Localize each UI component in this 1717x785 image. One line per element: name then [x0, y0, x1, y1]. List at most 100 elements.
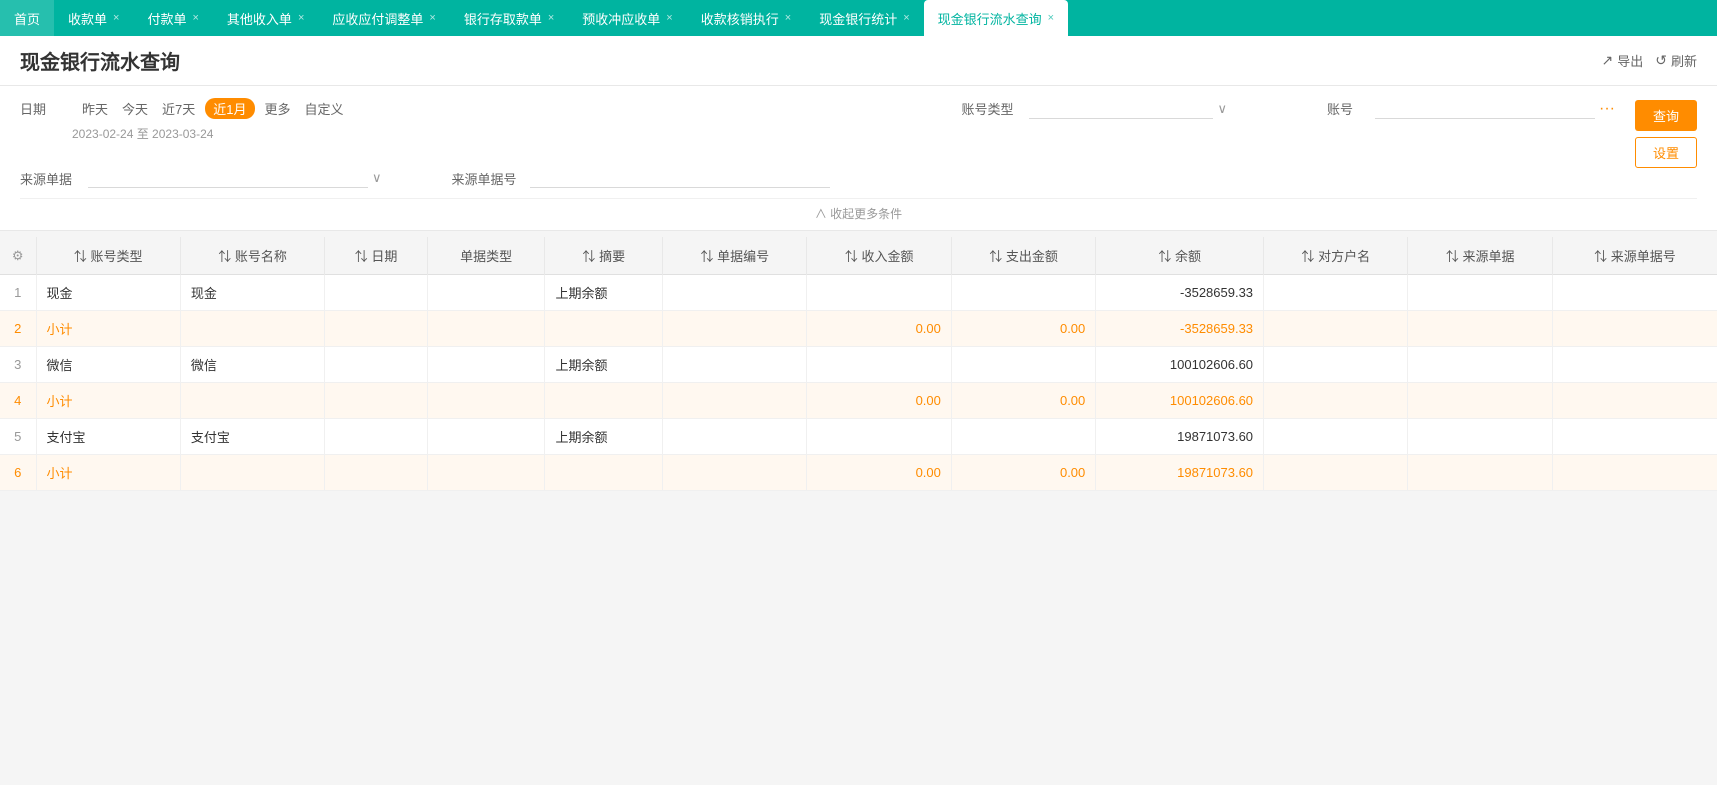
source-doc-num-label: 来源单据号 — [452, 169, 522, 188]
cell-source-doc — [1408, 347, 1552, 383]
nav-cash-stats[interactable]: 现金银行统计 × — [805, 0, 923, 36]
nav-home[interactable]: 首页 — [0, 0, 54, 36]
cell-income: 0.00 — [807, 311, 951, 347]
date-shortcuts: 昨天 今天 近7天 近1月 更多 自定义 — [78, 98, 348, 119]
close-icon[interactable]: × — [429, 12, 435, 24]
cell-account-type: 小计 — [36, 383, 180, 419]
cell-summary — [545, 383, 663, 419]
cell-source-doc — [1408, 311, 1552, 347]
custom-btn[interactable]: 自定义 — [301, 98, 348, 119]
cell-date — [325, 419, 428, 455]
table-row: 6小计0.000.0019871073.60 — [0, 455, 1717, 491]
cell-source-doc-no — [1552, 275, 1717, 311]
cell-expense: 0.00 — [951, 383, 1095, 419]
cell-summary: 上期余额 — [545, 419, 663, 455]
cell-source-doc-no — [1552, 311, 1717, 347]
nav-advance[interactable]: 预收冲应收单 × — [568, 0, 686, 36]
col-date: ⇅ 日期 — [325, 237, 428, 275]
header-actions: ↗ 导出 ↺ 刷新 — [1602, 51, 1698, 70]
chevron-up-icon: ∧ — [815, 207, 827, 221]
source-doc-input[interactable] — [88, 168, 368, 188]
nav-bank-deposit[interactable]: 银行存取款单 × — [450, 0, 568, 36]
page-header: 现金银行流水查询 ↗ 导出 ↺ 刷新 — [0, 36, 1717, 86]
close-icon[interactable]: × — [1048, 12, 1054, 24]
account-type-arrow[interactable]: ∨ — [1217, 101, 1227, 117]
nav-adjustment[interactable]: 应收应付调整单 × — [318, 0, 449, 36]
close-icon[interactable]: × — [113, 12, 119, 24]
cell-balance: 100102606.60 — [1096, 347, 1264, 383]
cell-doc-type — [427, 455, 545, 491]
close-icon[interactable]: × — [548, 12, 554, 24]
query-button[interactable]: 查询 — [1635, 100, 1697, 131]
more-btn[interactable]: 更多 — [261, 98, 295, 119]
cell-counterpart — [1264, 419, 1408, 455]
row-number: 2 — [0, 311, 36, 347]
table-row: 4小计0.000.00100102606.60 — [0, 383, 1717, 419]
col-source-doc-no: ⇅ 来源单据号 — [1552, 237, 1717, 275]
row-number: 4 — [0, 383, 36, 419]
table-row: 2小计0.000.00-3528659.33 — [0, 311, 1717, 347]
account-type-label: 账号类型 — [961, 99, 1021, 118]
gear-col-header[interactable]: ⚙ — [0, 237, 36, 275]
account-input[interactable] — [1375, 99, 1595, 119]
close-icon[interactable]: × — [666, 12, 672, 24]
cell-income: 0.00 — [807, 455, 951, 491]
close-icon[interactable]: × — [903, 12, 909, 24]
nav-payment[interactable]: 付款单 × — [133, 0, 212, 36]
filter-area: 日期 昨天 今天 近7天 近1月 更多 自定义 账号类型 ∨ 账号 ··· — [0, 86, 1717, 231]
export-button[interactable]: ↗ 导出 — [1602, 51, 1644, 70]
row-number: 1 — [0, 275, 36, 311]
cell-doc-no — [663, 275, 807, 311]
top-nav: 首页 收款单 × 付款单 × 其他收入单 × 应收应付调整单 × 银行存取款单 … — [0, 0, 1717, 36]
source-doc-arrow[interactable]: ∨ — [372, 170, 382, 186]
cell-source-doc — [1408, 455, 1552, 491]
table-wrapper: ⚙ ⇅ 账号类型 ⇅ 账号名称 ⇅ 日期 单据类型 ⇅ — [0, 237, 1717, 491]
cell-source-doc-no — [1552, 383, 1717, 419]
cell-account-type: 支付宝 — [36, 419, 180, 455]
cell-account-type: 微信 — [36, 347, 180, 383]
cell-source-doc — [1408, 383, 1552, 419]
col-account-type: ⇅ 账号类型 — [36, 237, 180, 275]
col-doc-no: ⇅ 单据编号 — [663, 237, 807, 275]
close-icon[interactable]: × — [785, 12, 791, 24]
cell-balance: -3528659.33 — [1096, 275, 1264, 311]
account-label: 账号 — [1327, 99, 1367, 118]
nav-other-income[interactable]: 其他收入单 × — [213, 0, 318, 36]
cell-expense — [951, 347, 1095, 383]
cell-income — [807, 275, 951, 311]
close-icon[interactable]: × — [192, 12, 198, 24]
account-more-btn[interactable]: ··· — [1599, 100, 1615, 118]
cell-doc-type — [427, 311, 545, 347]
cell-doc-no — [663, 455, 807, 491]
nav-receipt[interactable]: 收款单 × — [54, 0, 133, 36]
cell-date — [325, 347, 428, 383]
refresh-button[interactable]: ↺ 刷新 — [1655, 51, 1697, 70]
col-doc-type: 单据类型 — [427, 237, 545, 275]
col-balance: ⇅ 余额 — [1096, 237, 1264, 275]
col-account-name: ⇅ 账号名称 — [180, 237, 324, 275]
last7-btn[interactable]: 近7天 — [158, 98, 199, 119]
account-type-input[interactable] — [1029, 99, 1213, 119]
cell-doc-type — [427, 383, 545, 419]
setting-button[interactable]: 设置 — [1635, 137, 1697, 168]
last1m-btn[interactable]: 近1月 — [205, 98, 254, 119]
export-icon: ↗ — [1602, 52, 1614, 69]
col-expense: ⇅ 支出金额 — [951, 237, 1095, 275]
nav-writeoff[interactable]: 收款核销执行 × — [687, 0, 805, 36]
cell-expense: 0.00 — [951, 311, 1095, 347]
cell-doc-type — [427, 275, 545, 311]
col-counterpart: ⇅ 对方户名 — [1264, 237, 1408, 275]
cell-counterpart — [1264, 311, 1408, 347]
cell-counterpart — [1264, 383, 1408, 419]
today-btn[interactable]: 今天 — [118, 98, 152, 119]
gear-icon[interactable]: ⚙ — [12, 248, 24, 263]
cell-account-name: 微信 — [180, 347, 324, 383]
yesterday-btn[interactable]: 昨天 — [78, 98, 112, 119]
collapse-btn[interactable]: ∧ 收起更多条件 — [20, 198, 1697, 230]
close-icon[interactable]: × — [298, 12, 304, 24]
source-doc-num-input[interactable] — [530, 168, 830, 188]
table-row: 1现金现金上期余额-3528659.33 — [0, 275, 1717, 311]
nav-cash-flow[interactable]: 现金银行流水查询 × — [924, 0, 1068, 36]
cell-expense — [951, 275, 1095, 311]
page-title: 现金银行流水查询 — [20, 46, 180, 75]
